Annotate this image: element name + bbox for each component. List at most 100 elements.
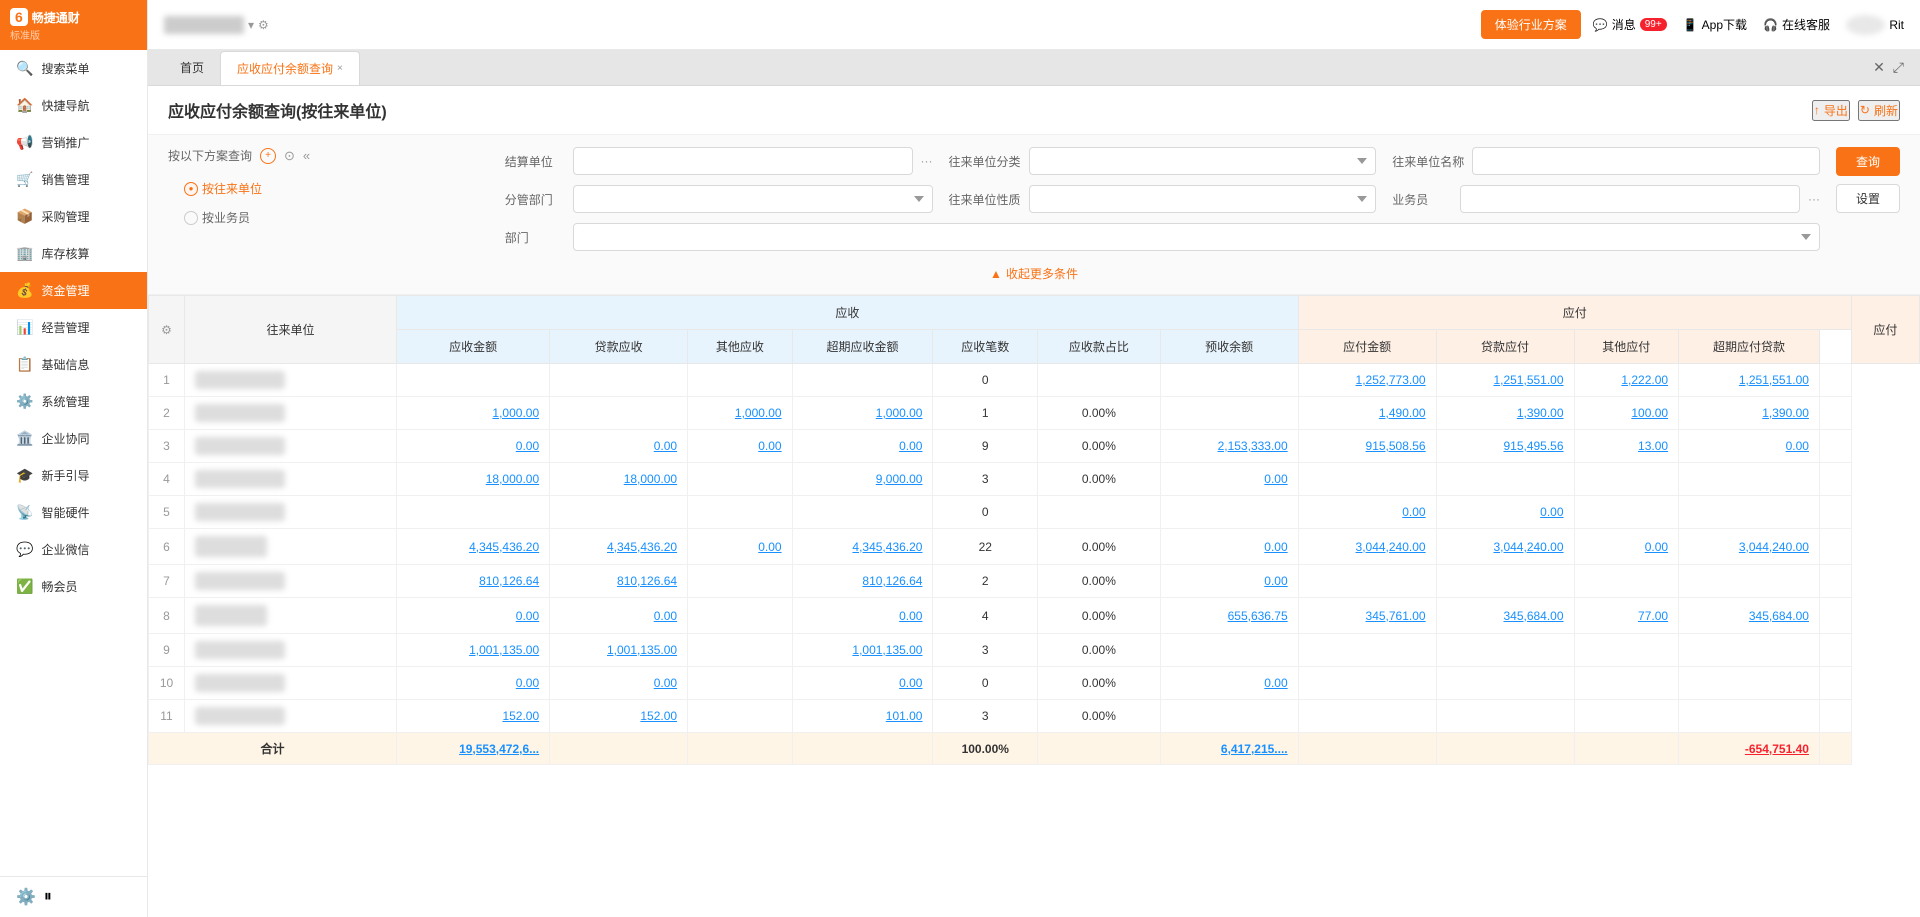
salesperson-dots: ··· <box>1808 192 1820 206</box>
edit-scheme-icon[interactable]: ⊙ <box>284 148 295 164</box>
page-actions: ↑ 导出 ↻ 刷新 <box>1812 100 1900 121</box>
member-icon: ✅ <box>16 578 33 595</box>
app-download-btn[interactable]: 📱 App下载 <box>1683 16 1747 33</box>
refresh-button[interactable]: ↻ 刷新 <box>1858 100 1900 121</box>
total-overdue-payable[interactable]: -654,751.40 <box>1679 733 1820 765</box>
settlement-input[interactable] <box>573 147 913 175</box>
settings-gear-icon[interactable]: ⚙️ <box>16 887 36 907</box>
table-row: 5xxxxx00.000.00 <box>149 496 1920 529</box>
total-receivable[interactable]: 19,553,472,6... <box>397 733 550 765</box>
settings-btn[interactable]: ⚙ <box>258 18 269 32</box>
sidebar-label-marketing: 营销推广 <box>41 134 89 151</box>
partner-category-label: 往来单位分类 <box>949 153 1021 170</box>
sidebar-item-operations[interactable]: 📊 经营管理 <box>0 309 147 346</box>
tab-bar: 首页 应收应付余额查询 × ✕ ⤢ <box>148 50 1920 86</box>
content-area: 应收应付余额查询(按往来单位) ↑ 导出 ↻ 刷新 按以下方案查询 + <box>148 86 1920 917</box>
page-header: 应收应付余额查询(按往来单位) ↑ 导出 ↻ 刷新 <box>148 86 1920 135</box>
sidebar-item-smart[interactable]: 📡 智能硬件 <box>0 494 147 531</box>
col-overdue-receivable: 超期应收金额 <box>792 330 933 364</box>
partner-category-select[interactable] <box>1029 147 1377 175</box>
query-button[interactable]: 查询 <box>1836 147 1900 176</box>
logo: 6 畅捷通财 标准版 <box>0 0 147 50</box>
bell-icon: 💬 <box>1593 18 1608 32</box>
export-button[interactable]: ↑ 导出 <box>1812 100 1850 121</box>
dept-select[interactable] <box>573 223 1820 251</box>
setting-button[interactable]: 设置 <box>1836 184 1900 213</box>
filter-partner-name: 往来单位名称 <box>1392 147 1820 175</box>
col-payable-extra: 应付 <box>1851 296 1919 364</box>
tab-close-icon[interactable]: × <box>337 63 343 74</box>
dept-manager-label: 分管部门 <box>505 191 565 208</box>
sidebar-item-guide[interactable]: 🎓 新手引导 <box>0 457 147 494</box>
sidebar-item-member[interactable]: ✅ 畅会员 <box>0 568 147 605</box>
dept-manager-select[interactable] <box>573 185 933 213</box>
table-row: 4xxxxx18,000.0018,000.009,000.0030.00%0.… <box>149 463 1920 496</box>
sidebar-label-enterprise: 企业协同 <box>41 430 89 447</box>
tab-active[interactable]: 应收应付余额查询 × <box>220 51 360 85</box>
col-settings-icon[interactable]: ⚙ <box>161 323 172 337</box>
filter-option-salesperson[interactable]: 按业务员 <box>176 205 497 230</box>
total-ratio: 100.00% <box>933 733 1038 765</box>
tab-home[interactable]: 首页 <box>164 51 220 84</box>
basic-icon: 📋 <box>16 356 33 373</box>
top-right-actions: 💬 消息 99+ 📱 App下载 🎧 在线客服 user Rit <box>1593 15 1904 35</box>
col-payable-loan: 贷款应付 <box>1436 330 1574 364</box>
industry-plan-button[interactable]: 体验行业方案 <box>1481 10 1581 39</box>
col-receivable-group: 应收 <box>397 296 1299 330</box>
filter-buttons: 查询 设置 <box>1836 147 1900 213</box>
sidebar-item-inventory[interactable]: 🏢 库存核算 <box>0 235 147 272</box>
sidebar-item-wechat[interactable]: 💬 企业微信 <box>0 531 147 568</box>
window-expand-icon[interactable]: ⤢ <box>1893 59 1904 76</box>
col-payable-group: 应付 <box>1298 296 1851 330</box>
scheme-arrow-icon[interactable]: « <box>303 148 310 163</box>
user-avatar[interactable]: user Rit <box>1846 15 1904 35</box>
col-settings[interactable]: ⚙ <box>149 296 185 364</box>
window-close-icon[interactable]: ✕ <box>1873 59 1885 76</box>
total-advance[interactable]: 6,417,215.... <box>1160 733 1298 765</box>
filter-row-3: 部门 <box>505 223 1820 251</box>
ops-icon: 📊 <box>16 319 33 336</box>
sidebar-item-quick[interactable]: 🏠 快捷导航 <box>0 87 147 124</box>
notification-wrap[interactable]: 💬 消息 99+ <box>1593 16 1667 33</box>
sidebar-item-marketing[interactable]: 📢 营销推广 <box>0 124 147 161</box>
collapse-more-btn[interactable]: ▲ 收起更多条件 <box>168 265 1900 282</box>
add-scheme-icon[interactable]: + <box>260 148 276 164</box>
table-row: 6广4,345,436.204,345,436.200.004,345,436.… <box>149 529 1920 565</box>
marketing-icon: 📢 <box>16 134 33 151</box>
salesperson-input[interactable] <box>1460 185 1800 213</box>
filter-area: 按以下方案查询 + ⊙ « ● 按往来单位 按业务员 <box>148 135 1920 295</box>
partner-nature-select[interactable] <box>1029 185 1377 213</box>
sidebar-label-system: 系统管理 <box>41 393 89 410</box>
partner-cell: 户 <box>185 598 397 634</box>
data-table: ⚙ 往来单位 应收 应付 应付 <box>148 295 1920 765</box>
settlement-dots: ··· <box>921 154 933 168</box>
online-service-btn[interactable]: 🎧 在线客服 <box>1763 16 1830 33</box>
partner-name-label: 往来单位名称 <box>1392 153 1464 170</box>
partner-name-input[interactable] <box>1472 147 1820 175</box>
purchase-icon: 📦 <box>16 208 33 225</box>
sidebar-item-finance[interactable]: 💰 资金管理 <box>0 272 147 309</box>
filter-option-partner[interactable]: ● 按往来单位 <box>176 176 497 201</box>
sidebar-item-sales[interactable]: 🛒 销售管理 <box>0 161 147 198</box>
tab-active-label: 应收应付余额查询 <box>237 60 333 77</box>
sidebar-item-purchase[interactable]: 📦 采购管理 <box>0 198 147 235</box>
partner-cell: xxxxx <box>185 364 397 397</box>
sidebar-label-sales: 销售管理 <box>41 171 89 188</box>
sidebar-item-enterprise[interactable]: 🏛️ 企业协同 <box>0 420 147 457</box>
sidebar-label-guide: 新手引导 <box>41 467 89 484</box>
tab-bar-actions: ✕ ⤢ <box>1873 59 1904 76</box>
wechat-icon: 💬 <box>16 541 33 558</box>
sidebar-item-system[interactable]: ⚙️ 系统管理 <box>0 383 147 420</box>
sidebar-item-basic[interactable]: 📋 基础信息 <box>0 346 147 383</box>
col-overdue-payable: 超期应付贷款 <box>1679 330 1820 364</box>
sidebar-label-search: 搜索菜单 <box>41 60 89 77</box>
col-payable-amount: 应付金额 <box>1298 330 1436 364</box>
settlement-label: 结算单位 <box>505 153 565 170</box>
sidebar-item-search[interactable]: 🔍 搜索菜单 <box>0 50 147 87</box>
refresh-icon: ↻ <box>1860 103 1870 117</box>
collapse-sidebar-icon[interactable]: ⏸ <box>44 888 52 906</box>
col-receivable-count: 应收笔数 <box>933 330 1038 364</box>
system-icon: ⚙️ <box>16 393 33 410</box>
app-download-label: App下载 <box>1702 16 1747 33</box>
col-partner-header: 往来单位 <box>185 296 397 364</box>
